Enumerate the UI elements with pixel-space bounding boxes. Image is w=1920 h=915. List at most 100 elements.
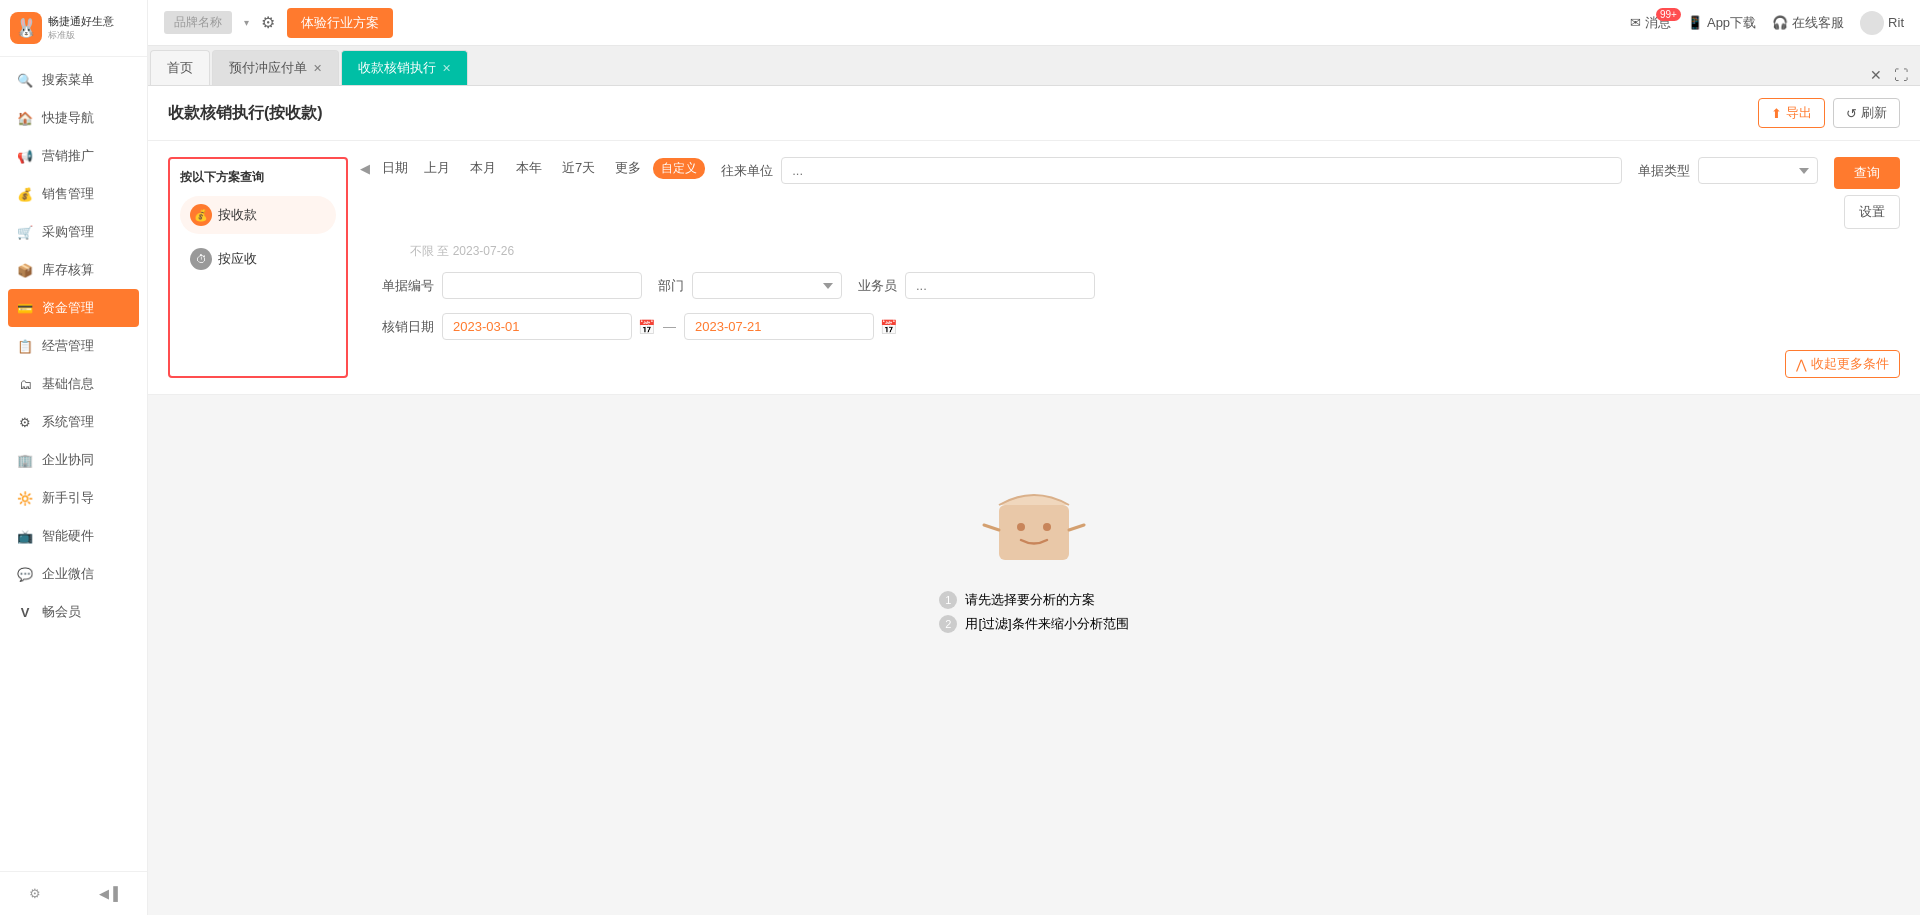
sidebar-item-hardware[interactable]: 📺 智能硬件: [0, 517, 147, 555]
empty-step-1: 1 请先选择要分析的方案: [939, 591, 1128, 609]
date-tab-last-month[interactable]: 上月: [416, 157, 458, 179]
sidebar-item-guide[interactable]: 🔆 新手引导: [0, 479, 147, 517]
sidebar-item-basic-info[interactable]: 🗂 基础信息: [0, 365, 147, 403]
collapse-more-button[interactable]: ⋀ 收起更多条件: [1785, 350, 1900, 378]
filter-panel-collapse-button[interactable]: ◀: [360, 157, 370, 378]
filter-option-by-receipt[interactable]: 💰 按收款: [180, 196, 336, 234]
sidebar-item-purchase[interactable]: 🛒 采购管理: [0, 213, 147, 251]
dept-filter-group: 部门: [658, 272, 842, 299]
basic-info-icon: 🗂: [16, 375, 34, 393]
filter-fields: 日期 上月 本月 本年 近7天 更多 自定义 往来单位: [382, 157, 1900, 378]
verify-date-start-group: 📅: [442, 313, 655, 340]
sidebar-item-marketing[interactable]: 📢 营销推广: [0, 137, 147, 175]
brand-name: 品牌名称: [164, 11, 232, 34]
main-content: 品牌名称 ▾ ⚙ 体验行业方案 ✉ 消息 99+ 📱 App下载 🎧 在线客服 …: [148, 0, 1920, 915]
date-tab-7days[interactable]: 近7天: [554, 157, 603, 179]
doc-num-input[interactable]: [442, 272, 642, 299]
sidebar-item-operations[interactable]: 📋 经营管理: [0, 327, 147, 365]
filter-option-by-receivable[interactable]: ⏱ 按应收: [180, 240, 336, 278]
hardware-icon: 📺: [16, 527, 34, 545]
dept-select[interactable]: [692, 272, 842, 299]
date-tab-custom[interactable]: 自定义: [653, 158, 705, 179]
tabbar-actions: ✕ ⛶: [1866, 65, 1920, 85]
finance-icon: 💳: [16, 299, 34, 317]
partner-filter-group: 往来单位: [721, 157, 1622, 184]
sidebar-item-corp[interactable]: 🏢 企业协同: [0, 441, 147, 479]
date-tab-this-month[interactable]: 本月: [462, 157, 504, 179]
member-icon: V: [16, 603, 34, 621]
svg-point-1: [1017, 523, 1025, 531]
query-button[interactable]: 查询: [1834, 157, 1900, 189]
filter-row-2: 单据编号 部门 业务员: [382, 272, 1900, 299]
sidebar-collapse-button[interactable]: ◀▐: [91, 882, 126, 905]
guide-icon: 🔆: [16, 489, 34, 507]
topbar: 品牌名称 ▾ ⚙ 体验行业方案 ✉ 消息 99+ 📱 App下载 🎧 在线客服 …: [148, 0, 1920, 46]
tab-expand-icon[interactable]: ⛶: [1890, 65, 1912, 85]
tab-prepay[interactable]: 预付冲应付单 ✕: [212, 50, 339, 85]
date-label: 日期: [382, 159, 408, 177]
empty-illustration: [974, 475, 1094, 575]
verify-date-end-input[interactable]: [684, 313, 874, 340]
calendar-start-icon[interactable]: 📅: [638, 319, 655, 335]
verify-date-end-group: 📅: [684, 313, 897, 340]
staff-input[interactable]: [905, 272, 1095, 299]
sidebar-item-system[interactable]: ⚙ 系统管理: [0, 403, 147, 441]
date-tabs: 上月 本月 本年 近7天 更多 自定义: [416, 157, 705, 179]
empty-text: 1 请先选择要分析的方案 2 用[过滤]条件来缩小分析范围: [939, 591, 1128, 639]
partner-input[interactable]: [781, 157, 1622, 184]
tab-collection-close-icon[interactable]: ✕: [442, 62, 451, 75]
topbar-chevron-icon[interactable]: ▾: [244, 17, 249, 28]
filter-area: 按以下方案查询 💰 按收款 ⏱ 按应收 ◀ 日期: [148, 141, 1920, 395]
staff-filter-group: 业务员: [858, 272, 1095, 299]
calendar-end-icon[interactable]: 📅: [880, 319, 897, 335]
sidebar-item-sales[interactable]: 💰 销售管理: [0, 175, 147, 213]
sidebar-item-quick-nav[interactable]: 🏠 快捷导航: [0, 99, 147, 137]
operations-icon: 📋: [16, 337, 34, 355]
refresh-button[interactable]: ↺ 刷新: [1833, 98, 1900, 128]
export-button[interactable]: ⬆ 导出: [1758, 98, 1825, 128]
user-info[interactable]: Rit: [1860, 11, 1904, 35]
filter-panel-title: 按以下方案查询: [180, 169, 336, 186]
doc-type-select[interactable]: [1698, 157, 1818, 184]
tab-close-all-icon[interactable]: ✕: [1866, 65, 1886, 85]
svg-line-3: [984, 525, 999, 530]
online-service-button[interactable]: 🎧 在线客服: [1772, 14, 1844, 32]
doc-num-filter-group: 单据编号: [382, 272, 642, 299]
logo-icon: 🐰: [10, 12, 42, 44]
date-tab-more[interactable]: 更多: [607, 157, 649, 179]
collapse-arrow-icon: ◀: [360, 161, 370, 176]
doc-type-label: 单据类型: [1638, 162, 1690, 180]
receivable-option-icon: ⏱: [190, 248, 212, 270]
page-header-actions: ⬆ 导出 ↺ 刷新: [1758, 98, 1900, 128]
sales-icon: 💰: [16, 185, 34, 203]
export-icon: ⬆: [1771, 106, 1782, 121]
receipt-option-icon: 💰: [190, 204, 212, 226]
sidebar-settings-button[interactable]: ⚙: [21, 882, 49, 905]
tab-collection[interactable]: 收款核销执行 ✕: [341, 50, 468, 85]
tabbar: 首页 预付冲应付单 ✕ 收款核销执行 ✕ ✕ ⛶: [148, 46, 1920, 86]
tab-prepay-close-icon[interactable]: ✕: [313, 62, 322, 75]
message-icon: ✉: [1630, 15, 1641, 30]
settings-button[interactable]: 设置: [1844, 195, 1900, 229]
date-filter-group: 日期 上月 本月 本年 近7天 更多 自定义: [382, 157, 705, 179]
sidebar-item-inventory[interactable]: 📦 库存核算: [0, 251, 147, 289]
empty-state: 1 请先选择要分析的方案 2 用[过滤]条件来缩小分析范围: [148, 395, 1920, 719]
industry-solution-button[interactable]: 体验行业方案: [287, 8, 393, 38]
sidebar: 🐰 畅捷通好生意 标准版 🔍 搜索菜单 🏠 快捷导航 📢 营销推广 💰 销售管理…: [0, 0, 148, 915]
message-button[interactable]: ✉ 消息 99+: [1630, 14, 1671, 32]
staff-label: 业务员: [858, 277, 897, 295]
sidebar-item-member[interactable]: V 畅会员: [0, 593, 147, 631]
date-range-hint: 不限 至 2023-07-26: [410, 243, 1900, 260]
topbar-gear-icon[interactable]: ⚙: [261, 13, 275, 32]
sidebar-item-finance[interactable]: 💳 资金管理: [8, 289, 139, 327]
sidebar-item-search[interactable]: 🔍 搜索菜单: [0, 61, 147, 99]
verify-date-start-input[interactable]: [442, 313, 632, 340]
app-download-button[interactable]: 📱 App下载: [1687, 14, 1756, 32]
tab-home[interactable]: 首页: [150, 50, 210, 85]
svg-point-2: [1043, 523, 1051, 531]
date-tab-this-year[interactable]: 本年: [508, 157, 550, 179]
sidebar-item-wechat[interactable]: 💬 企业微信: [0, 555, 147, 593]
topbar-brand: 品牌名称: [164, 11, 232, 34]
filter-panel: 按以下方案查询 💰 按收款 ⏱ 按应收: [168, 157, 348, 378]
inventory-icon: 📦: [16, 261, 34, 279]
